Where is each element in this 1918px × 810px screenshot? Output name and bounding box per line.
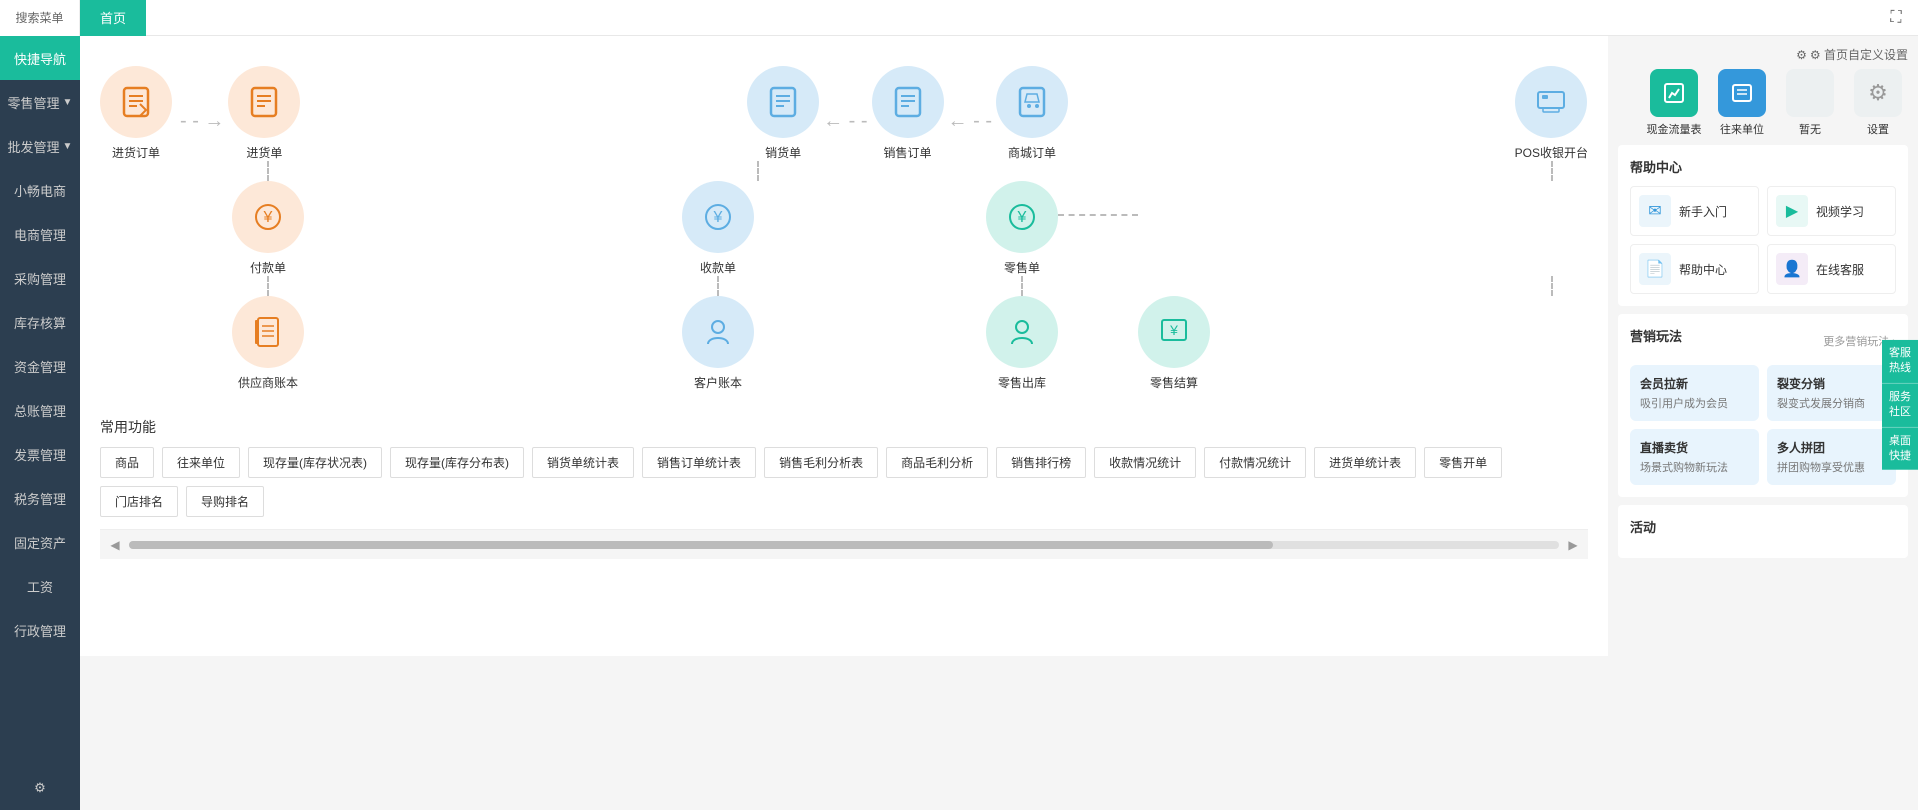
func-btn-unit[interactable]: 往来单位 <box>162 447 240 478</box>
func-btn-order-stat[interactable]: 销售订单统计表 <box>642 447 756 478</box>
top-bar: 搜索菜单 首页 ⛶ <box>0 0 1918 36</box>
empty-icon <box>1786 69 1834 117</box>
node-retail-settle: ¥ 零售结算 <box>1138 296 1210 391</box>
marketing-title: 营销玩法 <box>1630 326 1682 345</box>
sidebar-item-finance[interactable]: 资金管理 <box>0 344 80 388</box>
sidebar-item-wholesale[interactable]: 批发管理 ▼ <box>0 124 80 168</box>
marketing-header: 营销玩法 更多营销玩法 › <box>1630 326 1896 355</box>
quick-nav-row: 现金流量表 往来单位 暂无 ⚙ 设置 <box>1618 69 1908 137</box>
beginner-icon: ✉ <box>1639 195 1671 227</box>
home-tab[interactable]: 首页 <box>80 0 146 36</box>
quick-nav-settings[interactable]: ⚙ 设置 <box>1848 69 1908 137</box>
help-center-title: 帮助中心 <box>1630 157 1896 176</box>
main-card: 进货订单 - - → 进货单 <box>80 36 1608 656</box>
func-btn-profit-product[interactable]: 商品毛利分析 <box>886 447 988 478</box>
func-btn-product[interactable]: 商品 <box>100 447 154 478</box>
activity-section: 活动 <box>1618 505 1908 558</box>
sidebar: 快捷导航 零售管理 ▼ 批发管理 ▼ 小畅电商 电商管理 采购管理 库存核算 资… <box>0 36 80 810</box>
func-btn-store-rank[interactable]: 门店排名 <box>100 486 178 517</box>
func-btn-guide-rank[interactable]: 导购排名 <box>186 486 264 517</box>
float-btn-desktop[interactable]: 桌面快捷 <box>1882 427 1918 470</box>
func-btn-rank[interactable]: 销售排行榜 <box>996 447 1086 478</box>
float-btn-service[interactable]: 客服热线 <box>1882 340 1918 384</box>
sidebar-item-retail[interactable]: 零售管理 ▼ <box>0 80 80 124</box>
marketing-section: 营销玩法 更多营销玩法 › 会员拉新 吸引用户成为会员 裂变分销 裂变式发展分销… <box>1618 314 1908 497</box>
video-icon: ▶ <box>1776 195 1808 227</box>
sidebar-item-tax[interactable]: 税务管理 <box>0 476 80 520</box>
node-retail-out: 零售出库 <box>986 296 1058 391</box>
cashflow-icon <box>1650 69 1698 117</box>
node-shop-order: 商城订单 <box>996 66 1068 161</box>
quick-nav-cashflow[interactable]: 现金流量表 <box>1644 69 1704 137</box>
scroll-right[interactable]: ▶ <box>1563 535 1583 555</box>
scroll-left[interactable]: ◀ <box>105 535 125 555</box>
sidebar-item-inventory[interactable]: 库存核算 <box>0 300 80 344</box>
customize-link[interactable]: ⚙ ⚙ 首页自定义设置 <box>1618 46 1908 63</box>
node-supplier-ledger: 供应商账本 <box>232 296 304 391</box>
node-purchase-order: 进货订单 <box>100 66 172 161</box>
node-retail: ¥ 零售单 <box>986 181 1058 276</box>
sidebar-gear-icon[interactable]: ⚙ <box>0 766 80 810</box>
help-item-beginner[interactable]: ✉ 新手入门 <box>1630 186 1759 236</box>
marketing-item-fission[interactable]: 裂变分销 裂变式发展分销商 <box>1767 365 1896 421</box>
func-btn-profit-sales[interactable]: 销售毛利分析表 <box>764 447 878 478</box>
sidebar-item-assets[interactable]: 固定资产 <box>0 520 80 564</box>
marketing-grid: 会员拉新 吸引用户成为会员 裂变分销 裂变式发展分销商 直播卖货 场景式购物新玩… <box>1630 365 1896 485</box>
help-item-service[interactable]: 👤 在线客服 <box>1767 244 1896 294</box>
node-sales: 销货单 <box>747 66 819 161</box>
sidebar-item-quick-nav[interactable]: 快捷导航 <box>0 36 80 80</box>
sidebar-item-invoice[interactable]: 发票管理 <box>0 432 80 476</box>
help-center-section: 帮助中心 ✉ 新手入门 ▶ 视频学习 📄 帮助中心 👤 <box>1618 145 1908 306</box>
func-btn-stock1[interactable]: 现存量(库存状况表) <box>248 447 382 478</box>
func-btn-stock2[interactable]: 现存量(库存分布表) <box>390 447 524 478</box>
func-btn-purchase-stat[interactable]: 进货单统计表 <box>1314 447 1416 478</box>
main-panel: 进货订单 - - → 进货单 <box>80 36 1608 810</box>
help-item-video[interactable]: ▶ 视频学习 <box>1767 186 1896 236</box>
node-receipt: ¥ 收款单 <box>682 181 754 276</box>
activity-title: 活动 <box>1630 517 1896 536</box>
svg-text:¥: ¥ <box>1017 209 1027 226</box>
sidebar-item-ledger[interactable]: 总账管理 <box>0 388 80 432</box>
scroll-track[interactable] <box>129 541 1559 549</box>
right-panel: ⚙ ⚙ 首页自定义设置 现金流量表 往来单位 <box>1608 36 1918 810</box>
float-buttons: 客服热线 服务社区 桌面快捷 <box>1882 340 1918 470</box>
scroll-bar: ◀ ▶ <box>100 529 1588 559</box>
service-icon: 👤 <box>1776 253 1808 285</box>
main-layout: 快捷导航 零售管理 ▼ 批发管理 ▼ 小畅电商 电商管理 采购管理 库存核算 资… <box>0 36 1918 810</box>
sidebar-item-purchase[interactable]: 采购管理 <box>0 256 80 300</box>
func-btn-sales-stat[interactable]: 销货单统计表 <box>532 447 634 478</box>
float-btn-community[interactable]: 服务社区 <box>1882 384 1918 428</box>
settings-icon: ⚙ <box>1854 69 1902 117</box>
sidebar-item-ecommerce[interactable]: 电商管理 <box>0 212 80 256</box>
content-area: 进货订单 - - → 进货单 <box>80 36 1918 810</box>
svg-text:¥: ¥ <box>263 209 273 226</box>
sidebar-item-admin[interactable]: 行政管理 <box>0 608 80 652</box>
sidebar-item-ecommerce-small[interactable]: 小畅电商 <box>0 168 80 212</box>
flow-diagram: 进货订单 - - → 进货单 <box>100 56 1588 401</box>
marketing-item-member[interactable]: 会员拉新 吸引用户成为会员 <box>1630 365 1759 421</box>
sidebar-item-payroll[interactable]: 工资 <box>0 564 80 608</box>
help-item-help[interactable]: 📄 帮助中心 <box>1630 244 1759 294</box>
common-functions-title: 常用功能 <box>100 417 1588 437</box>
help-grid: ✉ 新手入门 ▶ 视频学习 📄 帮助中心 👤 在线客服 <box>1630 186 1896 294</box>
search-menu[interactable]: 搜索菜单 <box>0 0 80 36</box>
node-sales-order: 销售订单 <box>872 66 944 161</box>
fullscreen-button[interactable]: ⛶ <box>1884 6 1908 30</box>
func-btn-retail-order[interactable]: 零售开单 <box>1424 447 1502 478</box>
node-purchase: 进货单 <box>228 66 300 161</box>
node-pos: POS收银开台 <box>1515 66 1588 161</box>
node-payment: ¥ 付款单 <box>232 181 304 276</box>
svg-text:¥: ¥ <box>1169 322 1178 338</box>
marketing-item-group[interactable]: 多人拼团 拼团购物享受优惠 <box>1767 429 1896 485</box>
units-icon <box>1718 69 1766 117</box>
func-btn-payment-stat[interactable]: 付款情况统计 <box>1204 447 1306 478</box>
func-btn-receipt-stat[interactable]: 收款情况统计 <box>1094 447 1196 478</box>
quick-nav-units[interactable]: 往来单位 <box>1712 69 1772 137</box>
help-doc-icon: 📄 <box>1639 253 1671 285</box>
svg-text:¥: ¥ <box>713 209 723 226</box>
quick-nav-empty[interactable]: 暂无 <box>1780 69 1840 137</box>
func-grid: 商品 往来单位 现存量(库存状况表) 现存量(库存分布表) 销货单统计表 销售订… <box>100 447 1588 517</box>
marketing-item-live[interactable]: 直播卖货 场景式购物新玩法 <box>1630 429 1759 485</box>
node-customer-ledger: 客户账本 <box>682 296 754 391</box>
